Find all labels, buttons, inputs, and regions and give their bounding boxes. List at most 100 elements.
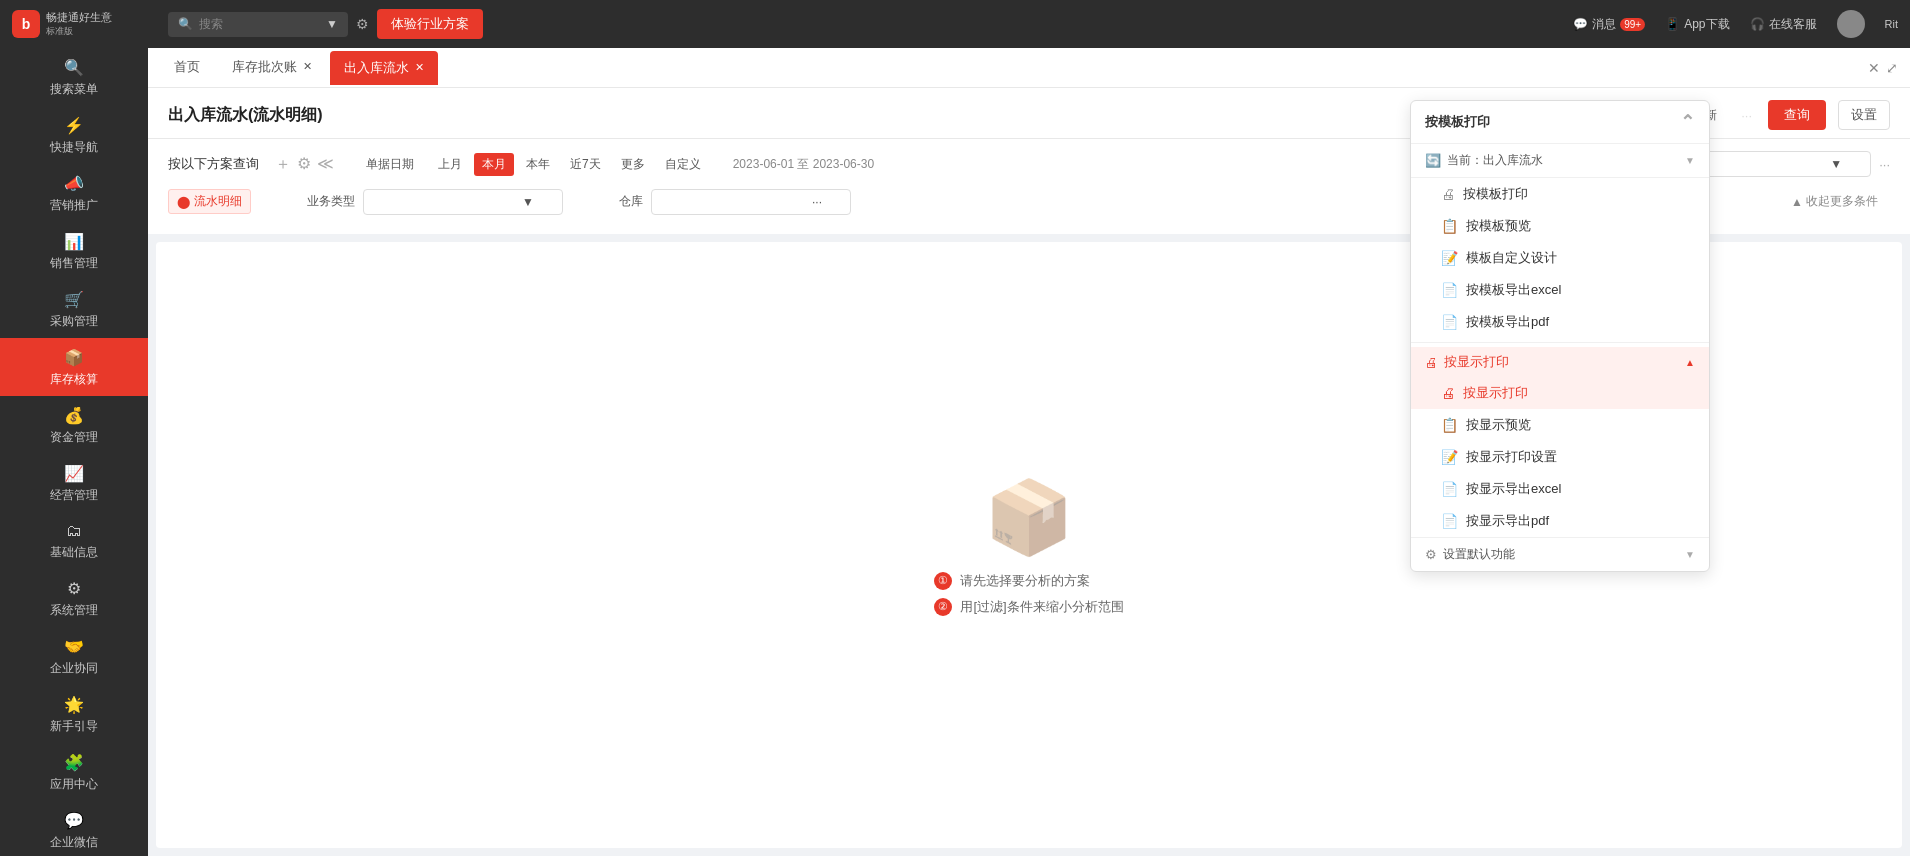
dd-display-settings[interactable]: 📝 按显示打印设置 — [1411, 441, 1709, 473]
date-btn-custom[interactable]: 自定义 — [657, 153, 709, 176]
sidebar-label-sales: 销售管理 — [50, 255, 98, 272]
coop-icon: 🤝 — [64, 637, 84, 656]
query-btn[interactable]: 查询 — [1768, 100, 1826, 130]
dd-template-print[interactable]: 🖨 按模板打印 — [1411, 178, 1709, 210]
type-more-icon[interactable]: ··· — [1879, 157, 1890, 172]
message-item[interactable]: 💬 消息 99+ — [1573, 16, 1645, 33]
sidebar-item-inventory[interactable]: 📦 库存核算 — [0, 338, 148, 396]
sidebar-item-shortcut[interactable]: ⚡ 快捷导航 — [0, 106, 148, 164]
date-btn-last-month[interactable]: 上月 — [430, 153, 470, 176]
dd-template-preview[interactable]: 📋 按模板预览 — [1411, 210, 1709, 242]
message-icon: 💬 — [1573, 17, 1588, 31]
maximize-window-icon[interactable]: ⤢ — [1886, 60, 1898, 76]
top-search-bar[interactable]: 🔍 搜索 ▼ — [168, 12, 348, 37]
sidebar-label-basic: 基础信息 — [50, 544, 98, 561]
date-btn-more[interactable]: 更多 — [613, 153, 653, 176]
sidebar-item-marketing[interactable]: 📣 营销推广 — [0, 164, 148, 222]
filter-settings-icon[interactable]: ⚙ — [297, 154, 311, 175]
current-label: 当前：出入库流水 — [1447, 152, 1543, 169]
sidebar-item-apps[interactable]: 🧩 应用中心 — [0, 743, 148, 801]
dropdown-header: 按模板打印 ⌃ — [1411, 101, 1709, 144]
settings-btn[interactable]: 设置 — [1838, 100, 1890, 130]
dd-pdf-icon-1: 📄 — [1441, 314, 1458, 330]
shortcut-icon: ⚡ — [64, 116, 84, 135]
trial-button[interactable]: 体验行业方案 — [377, 9, 483, 39]
avatar[interactable] — [1837, 10, 1865, 38]
dd-pdf-icon-2: 📄 — [1441, 513, 1458, 529]
dd-template-pdf[interactable]: 📄 按模板导出pdf — [1411, 306, 1709, 338]
dropdown-arrow: ▼ — [326, 17, 338, 31]
current-icon: 🔄 — [1425, 153, 1441, 168]
message-badge: 99+ — [1620, 18, 1645, 31]
filter-collapse-icon[interactable]: ≪ — [317, 154, 334, 175]
collapse-label: 收起更多条件 — [1806, 193, 1878, 210]
basic-icon: 🗂 — [66, 522, 82, 540]
display-print-section-header[interactable]: 🖨 按显示打印 ▲ — [1411, 347, 1709, 377]
sidebar-item-wechat[interactable]: 💬 企业微信 — [0, 801, 148, 856]
logo-area: b 畅捷通好生意 标准版 — [12, 10, 160, 38]
dropdown-close-icon[interactable]: ⌃ — [1680, 111, 1695, 133]
sidebar-label-guide: 新手引导 — [50, 718, 98, 735]
biz-select-arrow: ▼ — [522, 195, 534, 209]
system-icon: ⚙ — [67, 579, 81, 598]
sidebar-label-inventory: 库存核算 — [50, 371, 98, 388]
online-service-item[interactable]: 🎧 在线客服 — [1750, 16, 1817, 33]
date-btn-this-year[interactable]: 本年 — [518, 153, 558, 176]
dd-template-excel[interactable]: 📄 按模板导出excel — [1411, 274, 1709, 306]
dd-edit-icon: 📝 — [1441, 250, 1458, 266]
collapse-btn[interactable]: ▲ 收起更多条件 — [1779, 187, 1890, 216]
operations-icon: 📈 — [64, 464, 84, 483]
dd-footer-label: 设置默认功能 — [1443, 546, 1515, 563]
dd-display-pdf[interactable]: 📄 按显示导出pdf — [1411, 505, 1709, 537]
sidebar-label-system: 系统管理 — [50, 602, 98, 619]
dd-display-print[interactable]: 🖨 按显示打印 — [1411, 377, 1709, 409]
sidebar-item-guide[interactable]: 🌟 新手引导 — [0, 685, 148, 743]
warehouse-select[interactable]: ··· — [651, 189, 851, 215]
tab-flow[interactable]: 出入库流水 ✕ — [330, 51, 438, 85]
sidebar-item-basic[interactable]: 🗂 基础信息 — [0, 512, 148, 569]
flow-detail-tag[interactable]: ⬤ 流水明细 — [168, 189, 251, 214]
sidebar-item-purchase[interactable]: 🛒 采购管理 — [0, 280, 148, 338]
sidebar-label-search: 搜索菜单 — [50, 81, 98, 98]
sidebar-item-search[interactable]: 🔍 搜索菜单 — [0, 48, 148, 106]
marketing-icon: 📣 — [64, 174, 84, 193]
empty-illustration: 📦 — [984, 475, 1074, 560]
dd-eye-icon-1: 📋 — [1441, 218, 1458, 234]
dd-excel-icon-1: 📄 — [1441, 282, 1458, 298]
header-right: 💬 消息 99+ 📱 App下载 🎧 在线客服 Rit — [1573, 10, 1898, 38]
dropdown-footer[interactable]: ⚙ 设置默认功能 ▼ — [1411, 537, 1709, 571]
sidebar-label-finance: 资金管理 — [50, 429, 98, 446]
top-header: b 畅捷通好生意 标准版 🔍 搜索 ▼ ⚙ 体验行业方案 💬 消息 99+ 📱 … — [0, 0, 1910, 48]
sidebar-item-coop[interactable]: 🤝 企业协同 — [0, 627, 148, 685]
display-section-chevron: ▲ — [1685, 357, 1695, 368]
dd-eye-icon-2: 📋 — [1441, 417, 1458, 433]
dd-display-excel[interactable]: 📄 按显示导出excel — [1411, 473, 1709, 505]
tab-bar: 首页 库存批次账 ✕ 出入库流水 ✕ ✕ ⤢ — [148, 48, 1910, 88]
current-arrow: ▼ — [1685, 155, 1695, 166]
dd-display-preview[interactable]: 📋 按显示预览 — [1411, 409, 1709, 441]
tab-flow-close[interactable]: ✕ — [415, 61, 424, 74]
dd-template-custom[interactable]: 📝 模板自定义设计 — [1411, 242, 1709, 274]
dropdown-divider — [1411, 342, 1709, 343]
divider2: ··· — [1741, 108, 1752, 123]
logo-icon: b — [12, 10, 40, 38]
step-num-1: ① — [934, 572, 952, 590]
sidebar-item-system[interactable]: ⚙ 系统管理 — [0, 569, 148, 627]
filter-add-icon[interactable]: ＋ — [275, 154, 291, 175]
tab-batch[interactable]: 库存批次账 ✕ — [218, 50, 326, 86]
dd-printer-icon-3: 🖨 — [1441, 385, 1455, 401]
sidebar-item-sales[interactable]: 📊 销售管理 — [0, 222, 148, 280]
sidebar-item-finance[interactable]: 💰 资金管理 — [0, 396, 148, 454]
sidebar-item-operations[interactable]: 📈 经营管理 — [0, 454, 148, 512]
date-btn-this-month[interactable]: 本月 — [474, 153, 514, 176]
tab-batch-close[interactable]: ✕ — [303, 60, 312, 73]
biz-type-select[interactable]: ▼ — [363, 189, 563, 215]
settings-icon[interactable]: ⚙ — [356, 16, 369, 32]
guide-icon: 🌟 — [64, 695, 84, 714]
date-btn-7days[interactable]: 近7天 — [562, 153, 609, 176]
app-download-item[interactable]: 📱 App下载 — [1665, 16, 1729, 33]
page-title: 出入库流水(流水明细) — [168, 105, 323, 126]
tab-home[interactable]: 首页 — [160, 50, 214, 86]
close-window-icon[interactable]: ✕ — [1868, 60, 1880, 76]
search-icon: 🔍 — [178, 17, 193, 31]
